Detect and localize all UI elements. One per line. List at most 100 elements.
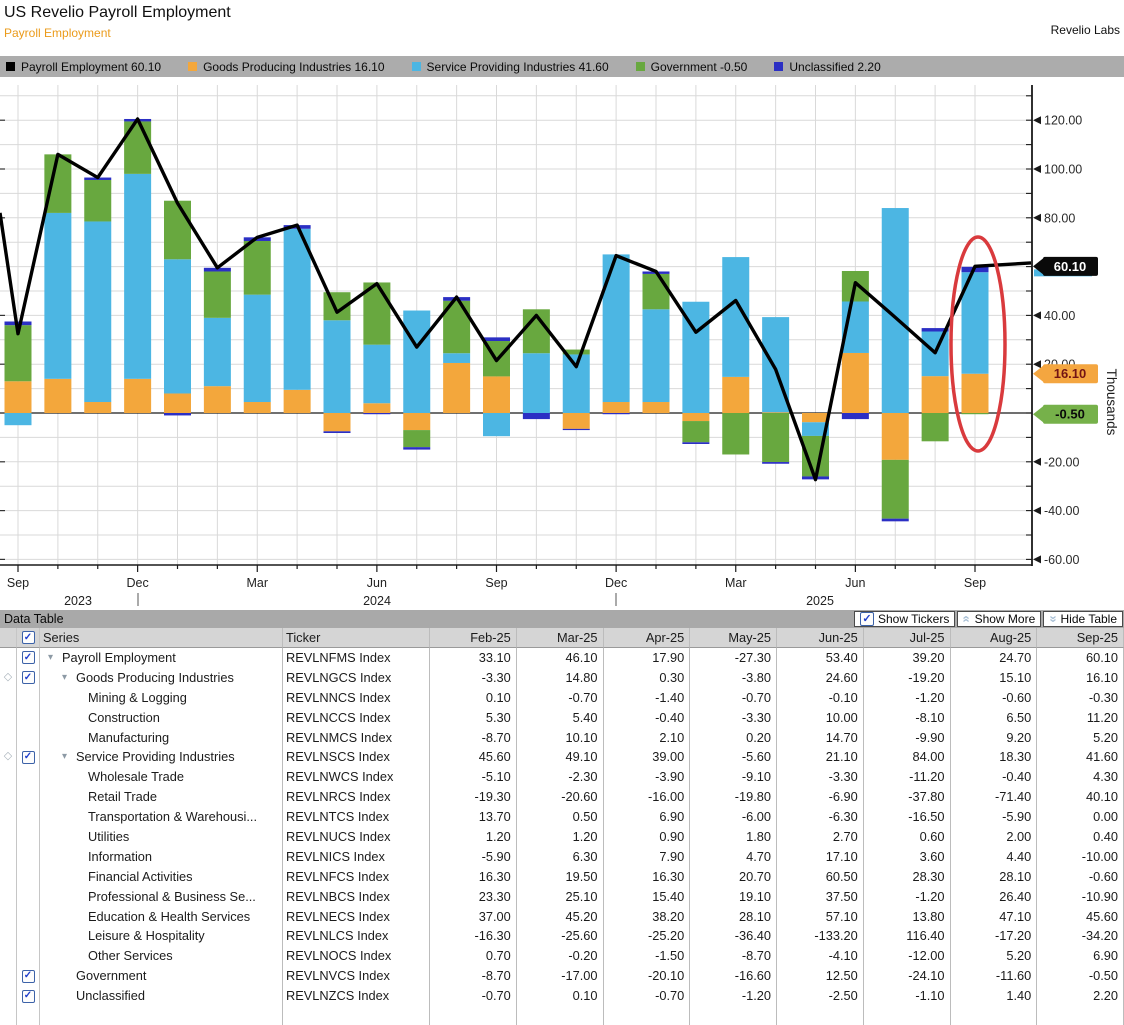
ticker-cell: REVLNGCS Index: [283, 668, 430, 688]
show-tickers-checkbox[interactable]: ✓: [860, 612, 874, 626]
master-checkbox[interactable]: ✓: [22, 631, 35, 644]
series-checkbox-cell[interactable]: ✓: [17, 648, 40, 668]
series-label-12[interactable]: ▾Professional & Business Se...: [40, 887, 283, 907]
series-label-8[interactable]: ▾Transportation & Warehousi...: [40, 807, 283, 827]
x-tick-label: Sep: [485, 576, 507, 590]
series-label-4[interactable]: ▾Manufacturing: [40, 728, 283, 748]
legend-item-3[interactable]: Government -0.50: [636, 60, 748, 74]
series-checkbox-cell[interactable]: ✓: [17, 986, 40, 1006]
series-checkbox-cell[interactable]: ✓: [17, 668, 40, 688]
series-label-10[interactable]: ▾Information: [40, 847, 283, 867]
bar-segment-Jun-25: [842, 353, 869, 413]
value-cell-7-2: -16.00: [604, 787, 691, 807]
series-label-3[interactable]: ▾Construction: [40, 708, 283, 728]
series-label-2[interactable]: ▾Mining & Logging: [40, 688, 283, 708]
series-label-16[interactable]: ▾Government: [40, 966, 283, 986]
bar-segment-Mar-24: [244, 295, 271, 402]
series-label-9[interactable]: ▾Utilities: [40, 827, 283, 847]
column-header-Aug-25[interactable]: Aug-25: [951, 628, 1038, 648]
expand-triangle-icon[interactable]: ▾: [48, 648, 62, 668]
bar-segment-Aug-25: [922, 413, 949, 441]
value-cell-9-6: 2.00: [951, 827, 1038, 847]
series-label-15[interactable]: ▾Other Services: [40, 946, 283, 966]
row-gutter: [0, 767, 17, 787]
column-header-series[interactable]: Series: [40, 628, 283, 648]
value-cell-16-5: -24.10: [864, 966, 951, 986]
bar-segment-Oct-23: [44, 379, 71, 413]
series-label-0[interactable]: ▾Payroll Employment: [40, 648, 283, 668]
legend-item-1[interactable]: Goods Producing Industries 16.10: [188, 60, 384, 74]
bar-segment-Aug-24: [443, 363, 470, 413]
value-cell-10-3: 4.70: [690, 847, 777, 867]
legend-item-0[interactable]: Payroll Employment 60.10: [6, 60, 161, 74]
series-checkbox-cell: [17, 708, 40, 728]
show-more-label: Show More: [975, 612, 1036, 626]
bar-segment-Mar-25: [722, 377, 749, 413]
bar-segment-Sep-24: [483, 337, 510, 341]
series-label-5[interactable]: ▾Service Providing Industries: [40, 747, 283, 767]
value-cell-4-3: 0.20: [690, 728, 777, 748]
series-checkbox-cell[interactable]: ✓: [17, 966, 40, 986]
series-checkbox[interactable]: ✓: [22, 671, 35, 684]
value-cell-5-2: 39.00: [604, 747, 691, 767]
value-cell-17-1: 0.10: [517, 986, 604, 1006]
series-label-14[interactable]: ▾Leisure & Hospitality: [40, 926, 283, 946]
series-label-13[interactable]: ▾Education & Health Services: [40, 907, 283, 927]
series-name: Transportation & Warehousi...: [88, 807, 257, 827]
show-more-button[interactable]: « Show More: [957, 611, 1041, 627]
series-label-6[interactable]: ▾Wholesale Trade: [40, 767, 283, 787]
series-label-1[interactable]: ▾Goods Producing Industries: [40, 668, 283, 688]
column-header-ticker[interactable]: Ticker: [283, 628, 430, 648]
value-cell-13-4: 57.10: [777, 907, 864, 927]
value-cell-15-7: 6.90: [1037, 946, 1124, 966]
bar-segment-Mar-24: [244, 241, 271, 295]
value-cell-15-2: -1.50: [604, 946, 691, 966]
series-checkbox-cell[interactable]: ✓: [17, 747, 40, 767]
column-header-May-25[interactable]: May-25: [690, 628, 777, 648]
legend-item-4[interactable]: Unclassified 2.20: [774, 60, 880, 74]
row-gutter: [0, 847, 17, 867]
value-cell-13-5: 13.80: [864, 907, 951, 927]
series-checkbox-cell: [17, 827, 40, 847]
bar-segment-Dec-24: [603, 402, 630, 413]
column-header-Sep-25[interactable]: Sep-25: [1037, 628, 1124, 648]
series-label-11[interactable]: ▾Financial Activities: [40, 867, 283, 887]
value-cell-5-4: 21.10: [777, 747, 864, 767]
show-tickers-label: Show Tickers: [878, 612, 949, 626]
column-header-Apr-25[interactable]: Apr-25: [604, 628, 691, 648]
row-gutter: [0, 926, 17, 946]
legend-label: Government -0.50: [651, 60, 748, 74]
value-cell-3-0: 5.30: [430, 708, 517, 728]
row-gutter: [0, 807, 17, 827]
series-checkbox[interactable]: ✓: [22, 990, 35, 1003]
ticker-cell: REVLNUCS Index: [283, 827, 430, 847]
column-header-Jul-25[interactable]: Jul-25: [864, 628, 951, 648]
page-subtitle: Payroll Employment: [4, 26, 111, 40]
hide-table-button[interactable]: « Hide Table: [1043, 611, 1123, 627]
y-tick-arrow-icon: [1033, 360, 1041, 368]
row-gutter: [0, 907, 17, 927]
expand-triangle-icon[interactable]: ▾: [62, 747, 76, 767]
last-value-label: 60.10: [1054, 259, 1087, 274]
value-cell-1-2: 0.30: [604, 668, 691, 688]
series-checkbox[interactable]: ✓: [22, 651, 35, 664]
expand-triangle-icon[interactable]: ▾: [62, 668, 76, 688]
show-tickers-toggle[interactable]: ✓ Show Tickers: [854, 611, 955, 627]
value-cell-16-7: -0.50: [1037, 966, 1124, 986]
master-checkbox-cell[interactable]: ✓: [17, 628, 40, 648]
bar-segment-Aug-25: [922, 376, 949, 413]
column-header-Jun-25[interactable]: Jun-25: [777, 628, 864, 648]
column-header-Mar-25[interactable]: Mar-25: [517, 628, 604, 648]
value-cell-8-2: 6.90: [604, 807, 691, 827]
series-label-17[interactable]: ▾Unclassified: [40, 986, 283, 1006]
series-checkbox[interactable]: ✓: [22, 970, 35, 983]
value-cell-8-5: -16.50: [864, 807, 951, 827]
value-cell-3-2: -0.40: [604, 708, 691, 728]
series-checkbox-cell: [17, 867, 40, 887]
series-label-7[interactable]: ▾Retail Trade: [40, 787, 283, 807]
column-header-Feb-25[interactable]: Feb-25: [430, 628, 517, 648]
legend-item-2[interactable]: Service Providing Industries 41.60: [412, 60, 609, 74]
value-cell-7-7: 40.10: [1037, 787, 1124, 807]
value-cell-9-2: 0.90: [604, 827, 691, 847]
series-checkbox[interactable]: ✓: [22, 751, 35, 764]
